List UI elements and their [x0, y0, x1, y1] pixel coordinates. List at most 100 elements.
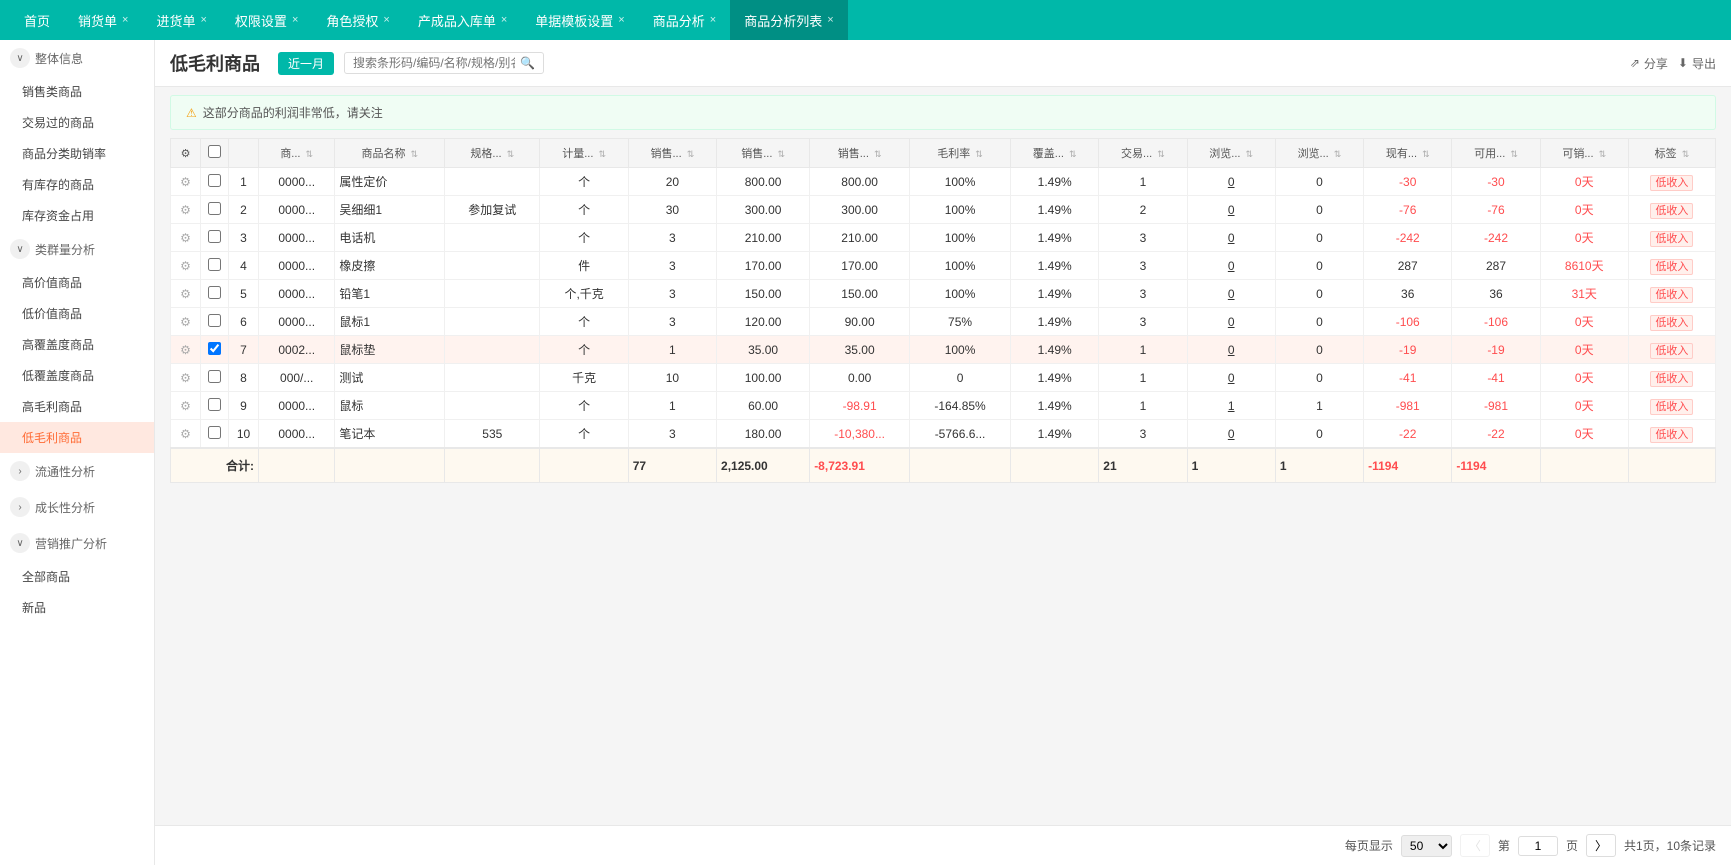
col-sales-gross[interactable]: 销售... ⇅ [810, 139, 910, 168]
sidebar-group-overall-header[interactable]: ∨ 整体信息 [0, 40, 154, 76]
row-checkbox[interactable] [201, 224, 229, 252]
col-tag[interactable]: 标签 ⇅ [1628, 139, 1715, 168]
row-select-checkbox[interactable] [208, 174, 221, 187]
row-settings[interactable]: ⚙ [171, 308, 201, 336]
search-input[interactable] [353, 56, 515, 70]
sidebar-item-high-coverage[interactable]: 高覆盖度商品 [0, 329, 154, 360]
row-checkbox[interactable] [201, 336, 229, 364]
sidebar-item-traded-goods[interactable]: 交易过的商品 [0, 107, 154, 138]
row-checkbox[interactable] [201, 168, 229, 196]
nav-purchase-order[interactable]: 进货单 × [142, 0, 220, 40]
row-select-checkbox[interactable] [208, 258, 221, 271]
row-checkbox[interactable] [201, 392, 229, 420]
col-name[interactable]: 商品名称 ⇅ [335, 139, 445, 168]
sidebar-item-low-margin[interactable]: 低毛利商品 [0, 422, 154, 453]
nav-template-settings[interactable]: 单据模板设置 × [521, 0, 638, 40]
col-sales-price[interactable]: 销售... ⇅ [717, 139, 810, 168]
col-unit[interactable]: 计量... ⇅ [540, 139, 628, 168]
row-browse1[interactable]: 0 [1187, 364, 1275, 392]
per-page-select[interactable]: 50 100 200 [1401, 835, 1452, 857]
row-browse1[interactable]: 0 [1187, 308, 1275, 336]
sidebar-item-high-margin[interactable]: 高毛利商品 [0, 391, 154, 422]
nav-product-analysis[interactable]: 商品分析 × [639, 0, 730, 40]
close-icon[interactable]: × [618, 14, 624, 26]
search-icon[interactable]: 🔍 [520, 56, 535, 70]
col-available[interactable]: 可用... ⇅ [1452, 139, 1540, 168]
col-code[interactable]: 商... ⇅ [259, 139, 335, 168]
nav-product-inbound[interactable]: 产成品入库单 × [404, 0, 521, 40]
row-browse1[interactable]: 1 [1187, 392, 1275, 420]
nav-role-auth[interactable]: 角色授权 × [312, 0, 403, 40]
close-icon[interactable]: × [501, 14, 507, 26]
sidebar-group-flow-header[interactable]: › 流通性分析 [0, 453, 154, 489]
row-settings[interactable]: ⚙ [171, 364, 201, 392]
next-page-button[interactable]: 〉 [1586, 834, 1616, 857]
row-select-checkbox[interactable] [208, 286, 221, 299]
sidebar-item-low-coverage[interactable]: 低覆盖度商品 [0, 360, 154, 391]
col-cover-rate[interactable]: 覆盖... ⇅ [1011, 139, 1099, 168]
row-settings[interactable]: ⚙ [171, 224, 201, 252]
export-button[interactable]: ⬇ 导出 [1678, 55, 1716, 72]
row-browse1[interactable]: 0 [1187, 196, 1275, 224]
row-checkbox[interactable] [201, 196, 229, 224]
col-browse2[interactable]: 浏览... ⇅ [1275, 139, 1363, 168]
row-select-checkbox[interactable] [208, 342, 221, 355]
collapse-icon[interactable]: › [10, 461, 30, 481]
nav-sales-order[interactable]: 销货单 × [64, 0, 142, 40]
sidebar-item-all-goods[interactable]: 全部商品 [0, 561, 154, 592]
row-checkbox[interactable] [201, 364, 229, 392]
row-browse1[interactable]: 0 [1187, 280, 1275, 308]
sidebar-item-new-goods[interactable]: 新品 [0, 592, 154, 623]
row-checkbox[interactable] [201, 252, 229, 280]
sidebar-item-stock-goods[interactable]: 有库存的商品 [0, 169, 154, 200]
collapse-icon[interactable]: ∨ [10, 239, 30, 259]
row-settings[interactable]: ⚙ [171, 252, 201, 280]
close-icon[interactable]: × [200, 14, 206, 26]
page-input[interactable] [1518, 836, 1558, 856]
sidebar-group-cluster-header[interactable]: ∨ 类群量分析 [0, 231, 154, 267]
col-browse1[interactable]: 浏览... ⇅ [1187, 139, 1275, 168]
row-settings[interactable]: ⚙ [171, 420, 201, 449]
row-select-checkbox[interactable] [208, 314, 221, 327]
sidebar-item-inventory-capital[interactable]: 库存资金占用 [0, 200, 154, 231]
sidebar-item-sales-goods[interactable]: 销售类商品 [0, 76, 154, 107]
col-trade[interactable]: 交易... ⇅ [1099, 139, 1187, 168]
row-select-checkbox[interactable] [208, 398, 221, 411]
share-button[interactable]: ⇗ 分享 [1630, 55, 1668, 72]
row-settings[interactable]: ⚙ [171, 196, 201, 224]
col-gross-rate[interactable]: 毛利率 ⇅ [910, 139, 1011, 168]
col-sales-count[interactable]: 销售... ⇅ [628, 139, 716, 168]
sidebar-group-growth-header[interactable]: › 成长性分析 [0, 489, 154, 525]
close-icon[interactable]: × [383, 14, 389, 26]
row-browse1[interactable]: 0 [1187, 336, 1275, 364]
close-icon[interactable]: × [710, 14, 716, 26]
col-settings[interactable]: ⚙ [171, 139, 201, 168]
collapse-icon[interactable]: ∨ [10, 533, 30, 553]
close-icon[interactable]: × [292, 14, 298, 26]
col-spec[interactable]: 规格... ⇅ [445, 139, 540, 168]
search-box[interactable]: 🔍 [344, 52, 544, 74]
collapse-icon[interactable]: › [10, 497, 30, 517]
col-current[interactable]: 现有... ⇅ [1364, 139, 1452, 168]
col-check-all[interactable] [201, 139, 229, 168]
close-icon[interactable]: × [827, 14, 833, 26]
col-saleable[interactable]: 可销... ⇅ [1540, 139, 1628, 168]
row-checkbox[interactable] [201, 308, 229, 336]
row-settings[interactable]: ⚙ [171, 168, 201, 196]
row-select-checkbox[interactable] [208, 370, 221, 383]
nav-permissions[interactable]: 权限设置 × [221, 0, 312, 40]
row-browse1[interactable]: 0 [1187, 252, 1275, 280]
row-browse1[interactable]: 0 [1187, 420, 1275, 449]
row-select-checkbox[interactable] [208, 426, 221, 439]
row-checkbox[interactable] [201, 280, 229, 308]
nav-product-analysis-list[interactable]: 商品分析列表 × [730, 0, 847, 40]
select-all-checkbox[interactable] [208, 145, 221, 158]
sidebar-item-high-value[interactable]: 高价值商品 [0, 267, 154, 298]
sidebar-item-category-rate[interactable]: 商品分类助销率 [0, 138, 154, 169]
row-select-checkbox[interactable] [208, 230, 221, 243]
collapse-icon[interactable]: ∨ [10, 48, 30, 68]
sidebar-item-low-value[interactable]: 低价值商品 [0, 298, 154, 329]
close-icon[interactable]: × [122, 14, 128, 26]
row-settings[interactable]: ⚙ [171, 392, 201, 420]
row-settings[interactable]: ⚙ [171, 336, 201, 364]
